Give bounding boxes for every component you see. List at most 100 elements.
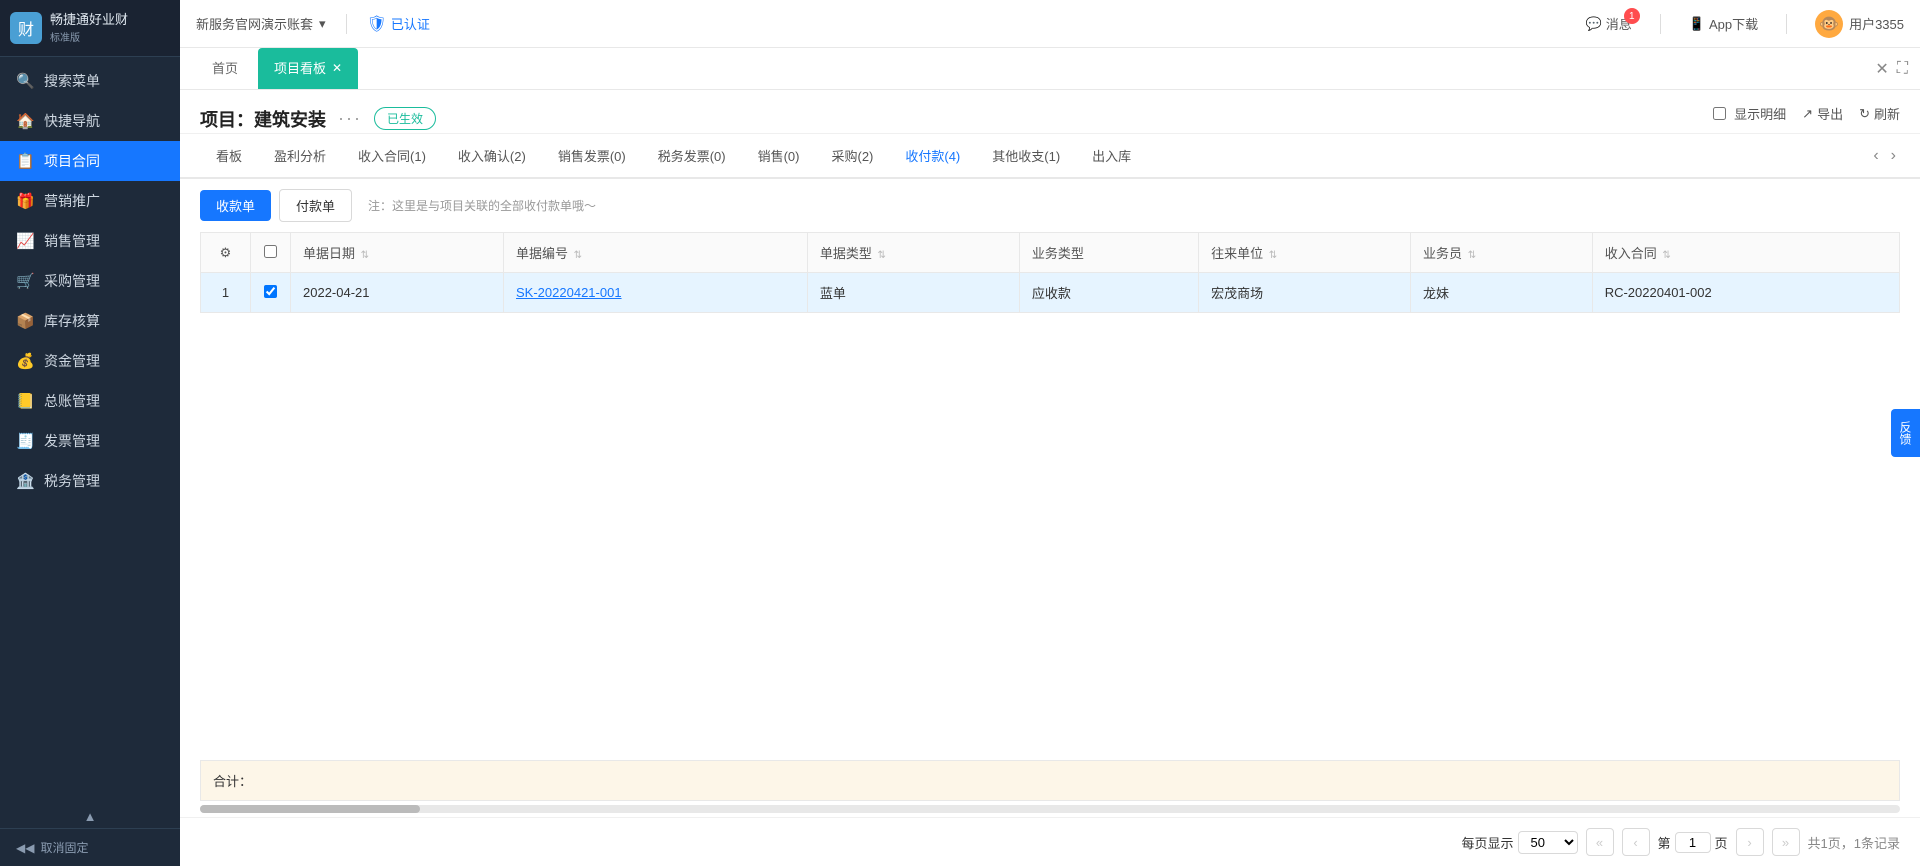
sidebar-item-label-quick: 快捷导航 — [44, 111, 100, 131]
subtab-销售发票(0)[interactable]: 销售发票(0) — [542, 134, 642, 179]
sidebar-item-quick[interactable]: 🏠 快捷导航 — [0, 101, 180, 141]
app-download-label: App下载 — [1709, 14, 1758, 33]
subtab-收付款(4)[interactable]: 收付款(4) — [889, 134, 976, 179]
sidebar-nav: 🔍 搜索菜单 🏠 快捷导航 📋 项目合同 🎁 营销推广 📈 销售管理 🛒 采购管… — [0, 57, 180, 805]
th-contract: 收入合同 ⇅ — [1592, 233, 1899, 273]
project-more-icon[interactable]: ··· — [338, 108, 362, 129]
th-num: ⚙ — [201, 233, 251, 273]
code-link[interactable]: SK-20220421-001 — [516, 285, 622, 300]
tab-close-icon[interactable]: ✕ — [332, 61, 342, 75]
show-detail-checkbox[interactable] — [1713, 107, 1726, 120]
project-title: 项目：建筑安装 — [200, 106, 326, 132]
refresh-btn[interactable]: ↻ 刷新 — [1859, 104, 1900, 123]
sidebar-item-search[interactable]: 🔍 搜索菜单 — [0, 61, 180, 101]
ledger-icon: 📒 — [16, 392, 34, 410]
sidebar-item-label-tax: 税务管理 — [44, 471, 100, 491]
sidebar-scroll-up[interactable]: ▲ — [0, 805, 180, 828]
settings-icon[interactable]: ⚙ — [220, 245, 232, 260]
refresh-label: 刷新 — [1874, 104, 1900, 123]
subtab-采购(2)[interactable]: 采购(2) — [815, 134, 889, 179]
cell-check[interactable] — [251, 273, 291, 313]
topbar-divider3 — [1786, 14, 1787, 34]
subtab-其他收支(1)[interactable]: 其他收支(1) — [976, 134, 1076, 179]
cell-num: 1 — [201, 273, 251, 313]
table-row[interactable]: 1 2022-04-21 SK-20220421-001 蓝单 应收款 宏茂商场… — [201, 273, 1900, 313]
sidebar-item-invoice[interactable]: 🧾 发票管理 — [0, 421, 180, 461]
subtab-销售(0)[interactable]: 销售(0) — [742, 134, 816, 179]
table-total: 合计： — [200, 760, 1900, 801]
close-window-icon[interactable]: ✕ — [1875, 59, 1888, 79]
toolbar-note: 注：这里是与项目关联的全部收付款单哦～ — [368, 197, 596, 214]
tab-home[interactable]: 首页 — [196, 48, 254, 89]
tab-project-kanban[interactable]: 项目看板 ✕ — [258, 48, 358, 89]
sort-partner-icon[interactable]: ⇅ — [1269, 250, 1277, 261]
show-detail-toggle[interactable]: 显示明细 — [1713, 104, 1786, 123]
cell-partner: 宏茂商场 — [1199, 273, 1411, 313]
contract-icon: 📋 — [16, 152, 34, 170]
payment-btn[interactable]: 付款单 — [279, 189, 352, 222]
pagination: 每页显示 50 100 200 « ‹ 第 页 › » 共1页，1条记录 — [180, 817, 1920, 866]
th-type: 单据类型 ⇅ — [807, 233, 1019, 273]
app-edition: 标准版 — [50, 29, 128, 44]
cell-code[interactable]: SK-20220421-001 — [504, 273, 808, 313]
subtabs-next-icon[interactable]: › — [1887, 147, 1900, 165]
subtab-看板[interactable]: 看板 — [200, 134, 258, 179]
sidebar-item-tax[interactable]: 🏦 税务管理 — [0, 461, 180, 501]
workspace-selector[interactable]: 新服务官网演示账套 ▾ — [196, 14, 326, 33]
quick-icon: 🏠 — [16, 112, 34, 130]
cell-contract: RC-20220401-002 — [1592, 273, 1899, 313]
sidebar-item-ledger[interactable]: 📒 总账管理 — [0, 381, 180, 421]
cell-date: 2022-04-21 — [291, 273, 504, 313]
subtab-收入确认(2)[interactable]: 收入确认(2) — [442, 134, 542, 179]
sort-date-icon[interactable]: ⇅ — [361, 250, 369, 261]
sidebar-item-purchase[interactable]: 🛒 采购管理 — [0, 261, 180, 301]
project-header: 项目：建筑安装 ··· 已生效 显示明细 ↗ 导出 ↻ 刷新 — [180, 90, 1920, 134]
table-wrap: ⚙ 单据日期 ⇅ 单据编号 ⇅ — [180, 232, 1920, 760]
export-icon: ↗ — [1802, 106, 1813, 122]
sales-icon: 📈 — [16, 232, 34, 250]
sort-code-icon[interactable]: ⇅ — [574, 250, 582, 261]
page-size-dropdown[interactable]: 50 100 200 — [1518, 831, 1578, 854]
project-status-badge: 已生效 — [374, 107, 436, 130]
page-last-btn[interactable]: » — [1772, 828, 1800, 856]
invoice-icon: 🧾 — [16, 432, 34, 450]
fullscreen-icon[interactable]: ⛶ — [1897, 60, 1908, 78]
sidebar-item-sales[interactable]: 📈 销售管理 — [0, 221, 180, 261]
sort-contract-icon[interactable]: ⇅ — [1662, 250, 1670, 261]
page-input[interactable] — [1675, 832, 1711, 853]
sidebar-item-marketing[interactable]: 🎁 营销推广 — [0, 181, 180, 221]
cell-biz-type: 应收款 — [1019, 273, 1198, 313]
th-code: 单据编号 ⇅ — [504, 233, 808, 273]
page-prev-btn[interactable]: ‹ — [1622, 828, 1650, 856]
check-all[interactable] — [264, 245, 277, 258]
page-first-btn[interactable]: « — [1586, 828, 1614, 856]
app-download-btn[interactable]: 📱 App下载 — [1689, 14, 1758, 33]
message-btn[interactable]: 💬 消息 1 — [1586, 14, 1632, 33]
subtab-税务发票(0)[interactable]: 税务发票(0) — [642, 134, 742, 179]
sidebar-item-inventory[interactable]: 📦 库存核算 — [0, 301, 180, 341]
user-menu[interactable]: 🐵 用户3355 — [1815, 10, 1904, 38]
message-icon: 💬 — [1586, 16, 1602, 32]
feedback-btn[interactable]: 反馈 — [1891, 409, 1920, 457]
sidebar-unpin[interactable]: ◀◀ 取消固定 — [0, 828, 180, 866]
sort-type-icon[interactable]: ⇅ — [878, 250, 886, 261]
sidebar-item-contract[interactable]: 📋 项目合同 — [0, 141, 180, 181]
certified-badge: 🛡 已认证 — [367, 14, 430, 34]
subtab-出入库[interactable]: 出入库 — [1076, 134, 1147, 179]
table-scroll-thumb[interactable] — [200, 805, 420, 813]
subtab-收入合同(1)[interactable]: 收入合同(1) — [342, 134, 442, 179]
subtabs-prev-icon[interactable]: ‹ — [1869, 147, 1882, 165]
app-logo: 财 — [10, 12, 42, 44]
page-label: 第 — [1658, 833, 1671, 852]
page-next-btn[interactable]: › — [1736, 828, 1764, 856]
receipt-btn[interactable]: 收款单 — [200, 190, 271, 221]
total-label: 合计： — [213, 774, 252, 789]
page-current: 第 页 — [1658, 832, 1728, 853]
sort-salesman-icon[interactable]: ⇅ — [1468, 250, 1476, 261]
subtab-盈利分析[interactable]: 盈利分析 — [258, 134, 342, 179]
export-btn[interactable]: ↗ 导出 — [1802, 104, 1843, 123]
data-table: ⚙ 单据日期 ⇅ 单据编号 ⇅ — [200, 232, 1900, 313]
table-scrollbar[interactable] — [200, 805, 1900, 813]
topbar-divider — [346, 14, 347, 34]
sidebar-item-finance[interactable]: 💰 资金管理 — [0, 341, 180, 381]
